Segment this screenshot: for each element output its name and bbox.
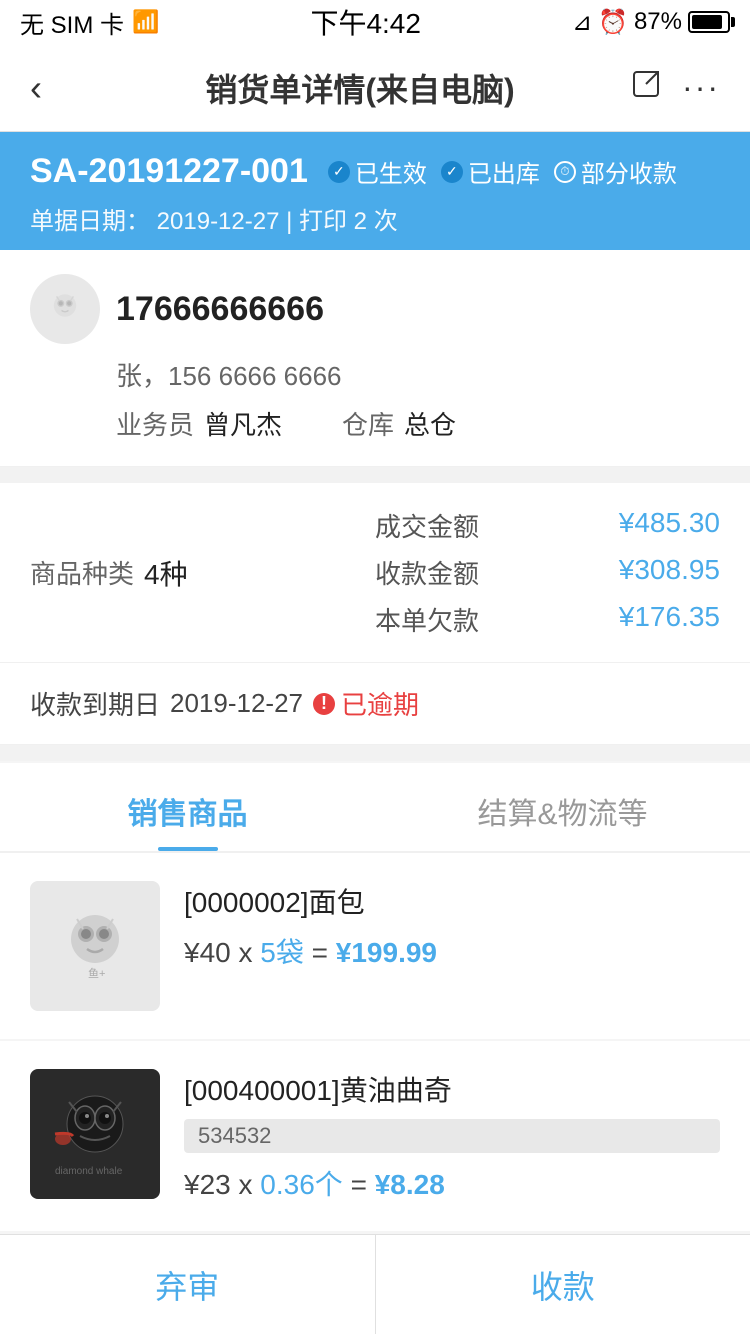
carrier-text: 无 SIM 卡 — [20, 5, 124, 40]
overdue-badge: ! 已逾期 — [313, 685, 419, 722]
summary-grid: 商品种类 4种 成交金额 ¥485.30 收款金额 ¥308.95 本单欠款 ¥… — [30, 507, 720, 638]
customer-sub-name: 张，156 6666 6666 — [30, 356, 720, 393]
product-price-1: ¥40 — [184, 937, 231, 968]
product-total-2: ¥8.28 — [375, 1169, 445, 1200]
due-date: 2019-12-27 — [170, 688, 303, 719]
confirm-button[interactable]: 收款 — [376, 1235, 750, 1334]
product-type-value: 4种 — [144, 553, 188, 593]
due-section: 收款到期日 2019-12-27 ! 已逾期 — [0, 663, 750, 745]
alarm-icon: ⏰ — [598, 8, 628, 37]
product-type-label: 商品种类 — [30, 554, 134, 591]
product-info-2: [000400001]黄油曲奇 534532 ¥23 x 0.36个 = ¥8.… — [184, 1069, 720, 1203]
check-icon-2: ✓ — [441, 161, 463, 183]
sales-rep-item: 业务员 曾凡杰 — [116, 405, 282, 442]
tab-sales-products[interactable]: 销售商品 — [0, 763, 375, 851]
product-thumb-2: diamond whale — [30, 1069, 160, 1199]
banner-date-row: 单据日期： 2019-12-27 | 打印 2 次 — [30, 201, 720, 236]
product-price-2: ¥23 — [184, 1169, 231, 1200]
received-amount-row: 收款金额 ¥308.95 — [375, 554, 720, 591]
clock-icon: ⏱ — [554, 161, 576, 183]
sales-rep-label: 业务员 — [116, 405, 194, 442]
product-price-row-1: ¥40 x 5袋 = ¥199.99 — [184, 931, 720, 971]
order-id: SA-20191227-001 — [30, 152, 308, 191]
svg-text:鱼+: 鱼+ — [88, 966, 105, 980]
nav-actions: ··· — [630, 68, 720, 108]
wifi-icon: 📶 — [132, 9, 159, 35]
product-total-1: ¥199.99 — [336, 937, 437, 968]
date-label: 单据日期： — [30, 208, 150, 235]
deal-amount-value: ¥485.30 — [619, 507, 720, 544]
warehouse-item: 仓库 总仓 — [342, 405, 456, 442]
received-label: 收款金额 — [375, 554, 479, 591]
product-price-row-2: ¥23 x 0.36个 = ¥8.28 — [184, 1163, 720, 1203]
warehouse-label: 仓库 — [342, 405, 394, 442]
overdue-icon: ! — [313, 693, 335, 715]
more-button[interactable]: ··· — [682, 69, 720, 106]
bottom-bar: 弃审 收款 — [0, 1234, 750, 1334]
deal-amount-label: 成交金额 — [375, 507, 479, 544]
header-banner: SA-20191227-001 ✓ 已生效 ✓ 已出库 ⏱ 部分收款 单据日期：… — [0, 132, 750, 250]
owed-amount-row: 本单欠款 ¥176.35 — [375, 601, 720, 638]
product-name-1: [0000002]面包 — [184, 881, 720, 921]
status-shipped: ✓ 已出库 — [441, 154, 540, 189]
divider-1 — [0, 467, 750, 483]
banner-row1: SA-20191227-001 ✓ 已生效 ✓ 已出库 ⏱ 部分收款 — [30, 152, 720, 191]
deal-amount-row: 成交金额 ¥485.30 — [375, 507, 720, 544]
status-time: 下午4:42 — [310, 2, 421, 42]
owed-value: ¥176.35 — [619, 601, 720, 638]
page-title: 销货单详情(来自电脑) — [90, 65, 630, 111]
avatar — [30, 274, 100, 344]
summary-right: 成交金额 ¥485.30 收款金额 ¥308.95 本单欠款 ¥176.35 — [375, 507, 720, 638]
check-icon-1: ✓ — [328, 161, 350, 183]
received-value: ¥308.95 — [619, 554, 720, 591]
overdue-text: 已逾期 — [341, 685, 419, 722]
status-bar: 无 SIM 卡 📶 下午4:42 ⊿ ⏰ 87% — [0, 0, 750, 44]
export-button[interactable] — [630, 68, 662, 108]
warehouse-value: 总仓 — [404, 405, 456, 442]
product-thumb-1: 鱼+ — [30, 881, 160, 1011]
product-info-1: [0000002]面包 ¥40 x 5袋 = ¥199.99 — [184, 881, 720, 971]
status-right: ⊿ ⏰ 87% — [572, 8, 730, 37]
customer-row: 17666666666 — [30, 274, 720, 344]
product-sku-2: 534532 — [184, 1119, 720, 1153]
cancel-button[interactable]: 弃审 — [0, 1235, 376, 1334]
sales-rep-value: 曾凡杰 — [204, 405, 282, 442]
order-date: 2019-12-27 — [157, 208, 280, 235]
customer-meta: 业务员 曾凡杰 仓库 总仓 — [30, 405, 720, 442]
product-list: 鱼+ [0000002]面包 ¥40 x 5袋 = ¥199.99 — [0, 853, 750, 1231]
divider-2 — [0, 745, 750, 761]
location-icon: ⊿ — [572, 8, 592, 37]
product-name-2: [000400001]黄油曲奇 — [184, 1069, 720, 1109]
list-item: 鱼+ [0000002]面包 ¥40 x 5袋 = ¥199.99 — [0, 853, 750, 1039]
battery-icon — [688, 11, 730, 33]
svg-text:diamond whale: diamond whale — [55, 1166, 123, 1177]
nav-bar: ‹ 销货单详情(来自电脑) ··· — [0, 44, 750, 132]
owed-label: 本单欠款 — [375, 601, 479, 638]
due-label: 收款到期日 — [30, 685, 160, 722]
tabs-section: 销售商品 结算&物流等 — [0, 763, 750, 853]
customer-name: 17666666666 — [116, 290, 324, 329]
list-item: diamond whale [000400001]黄油曲奇 534532 ¥23… — [0, 1041, 750, 1231]
print-info: 打印 2 次 — [299, 208, 398, 235]
customer-section: 17666666666 张，156 6666 6666 业务员 曾凡杰 仓库 总… — [0, 250, 750, 467]
product-qty-2: 0.36个 — [260, 1169, 343, 1200]
battery-percent: 87% — [634, 8, 682, 36]
status-tags: ✓ 已生效 ✓ 已出库 ⏱ 部分收款 — [328, 154, 677, 189]
status-partial-payment: ⏱ 部分收款 — [554, 154, 677, 189]
tab-settlement[interactable]: 结算&物流等 — [375, 763, 750, 851]
back-button[interactable]: ‹ — [30, 67, 90, 109]
summary-left: 商品种类 4种 — [30, 507, 375, 638]
product-qty-1: 5袋 — [260, 937, 304, 968]
summary-section: 商品种类 4种 成交金额 ¥485.30 收款金额 ¥308.95 本单欠款 ¥… — [0, 483, 750, 663]
status-effective: ✓ 已生效 — [328, 154, 427, 189]
status-left: 无 SIM 卡 📶 — [20, 5, 159, 40]
